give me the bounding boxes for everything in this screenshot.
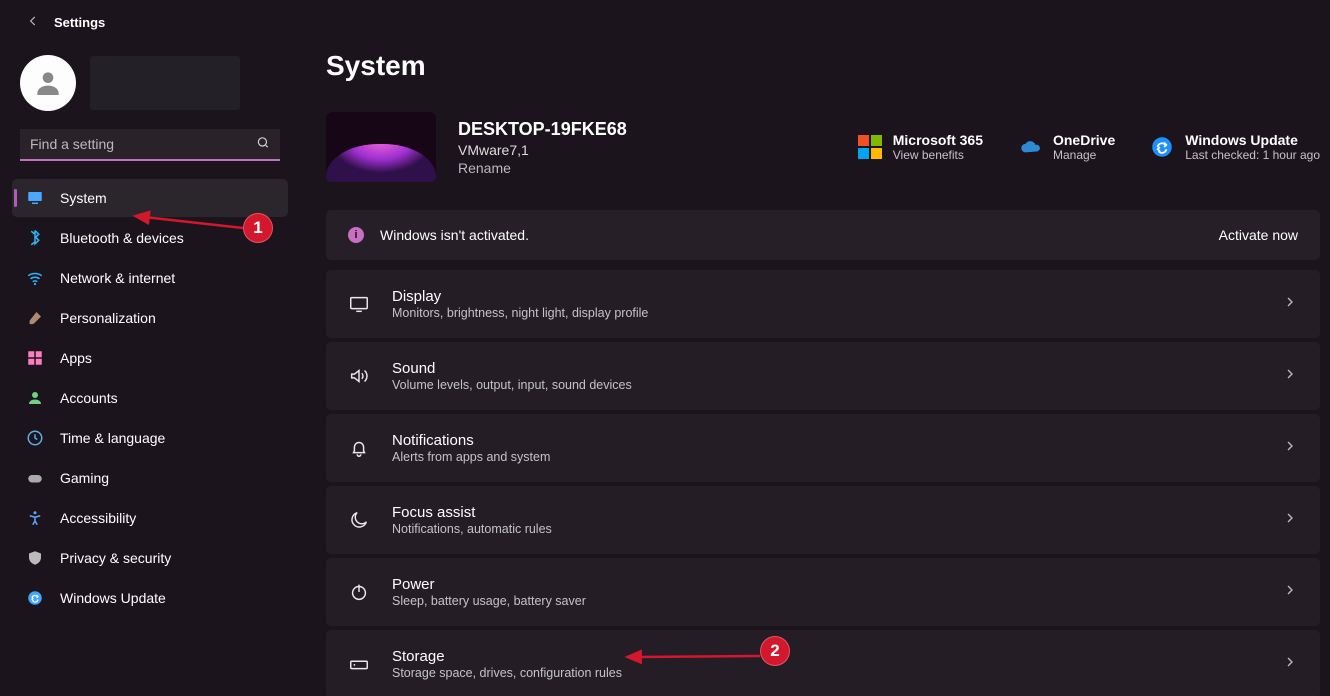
sidebar: Settings System Bluetooth & devices Netw… — [0, 0, 300, 696]
shield-icon — [26, 549, 44, 567]
monitor-icon — [26, 189, 44, 207]
pill-title: OneDrive — [1053, 132, 1115, 148]
pill-title: Microsoft 365 — [893, 132, 983, 148]
row-title: Power — [392, 576, 586, 593]
power-icon — [348, 581, 370, 603]
row-title: Sound — [392, 360, 632, 377]
sidebar-item-label: Windows Update — [60, 590, 166, 606]
brush-icon — [26, 309, 44, 327]
row-title: Notifications — [392, 432, 550, 449]
settings-list: Display Monitors, brightness, night ligh… — [326, 270, 1320, 696]
sidebar-item-label: Time & language — [60, 430, 165, 446]
sidebar-item-apps[interactable]: Apps — [12, 339, 288, 377]
row-subtitle: Monitors, brightness, night light, displ… — [392, 306, 648, 320]
settings-row-sound[interactable]: Sound Volume levels, output, input, soun… — [326, 342, 1320, 410]
chevron-right-icon — [1282, 510, 1298, 531]
settings-row-storage[interactable]: Storage Storage space, drives, configura… — [326, 630, 1320, 696]
row-subtitle: Volume levels, output, input, sound devi… — [392, 378, 632, 392]
game-icon — [26, 469, 44, 487]
sidebar-item-label: Privacy & security — [60, 550, 171, 566]
pill-title: Windows Update — [1185, 132, 1320, 148]
sidebar-item-label: Gaming — [60, 470, 109, 486]
pill-subtitle: View benefits — [893, 148, 983, 162]
header-pill-microsoft-[interactable]: Microsoft 365 View benefits — [857, 132, 983, 162]
pill-subtitle: Manage — [1053, 148, 1115, 162]
avatar — [20, 55, 76, 111]
chevron-right-icon — [1282, 654, 1298, 675]
sidebar-item-label: Apps — [60, 350, 92, 366]
display-icon — [348, 293, 370, 315]
activation-banner: i Windows isn't activated. Activate now — [326, 210, 1320, 260]
back-icon[interactable] — [26, 14, 40, 31]
info-icon: i — [348, 227, 364, 243]
row-title: Display — [392, 288, 648, 305]
wu-icon — [26, 589, 44, 607]
header-pill-onedrive[interactable]: OneDrive Manage — [1017, 132, 1115, 162]
rename-button[interactable]: Rename — [458, 160, 627, 176]
user-icon — [26, 389, 44, 407]
sidebar-item-system[interactable]: System — [12, 179, 288, 217]
device-name: DESKTOP-19FKE68 — [458, 119, 627, 140]
bt-icon — [26, 229, 44, 247]
banner-message: Windows isn't activated. — [380, 227, 529, 243]
sidebar-item-label: Network & internet — [60, 270, 175, 286]
storage-icon — [348, 653, 370, 675]
apps-icon — [26, 349, 44, 367]
page-title: System — [326, 50, 1320, 82]
sidebar-item-accessibility[interactable]: Accessibility — [12, 499, 288, 537]
chevron-right-icon — [1282, 294, 1298, 315]
sidebar-item-label: Accounts — [60, 390, 118, 406]
moon-icon — [348, 509, 370, 531]
sidebar-item-gaming[interactable]: Gaming — [12, 459, 288, 497]
wifi-icon — [26, 269, 44, 287]
activate-now-button[interactable]: Activate now — [1219, 227, 1298, 243]
header-pill-windows-update[interactable]: Windows Update Last checked: 1 hour ago — [1149, 132, 1320, 162]
settings-row-display[interactable]: Display Monitors, brightness, night ligh… — [326, 270, 1320, 338]
sidebar-nav: System Bluetooth & devices Network & int… — [0, 179, 300, 617]
sidebar-item-windows-update[interactable]: Windows Update — [12, 579, 288, 617]
sidebar-item-label: Bluetooth & devices — [60, 230, 184, 246]
chevron-right-icon — [1282, 582, 1298, 603]
pill-subtitle: Last checked: 1 hour ago — [1185, 148, 1320, 162]
chevron-right-icon — [1282, 366, 1298, 387]
sidebar-item-accounts[interactable]: Accounts — [12, 379, 288, 417]
sidebar-item-label: Personalization — [60, 310, 156, 326]
sidebar-item-label: System — [60, 190, 107, 206]
sidebar-item-privacy-security[interactable]: Privacy & security — [12, 539, 288, 577]
sidebar-item-personalization[interactable]: Personalization — [12, 299, 288, 337]
onedrive-icon — [1017, 134, 1043, 160]
row-subtitle: Storage space, drives, configuration rul… — [392, 666, 622, 680]
sidebar-item-label: Accessibility — [60, 510, 136, 526]
sidebar-item-bluetooth-devices[interactable]: Bluetooth & devices — [12, 219, 288, 257]
search-input[interactable] — [20, 129, 280, 161]
chevron-right-icon — [1282, 438, 1298, 459]
bell-icon — [348, 437, 370, 459]
settings-row-power[interactable]: Power Sleep, battery usage, battery save… — [326, 558, 1320, 626]
microsoft-logo-icon — [858, 135, 882, 159]
settings-row-notifications[interactable]: Notifications Alerts from apps and syste… — [326, 414, 1320, 482]
profile-name-redacted — [90, 56, 240, 110]
row-title: Storage — [392, 648, 622, 665]
row-subtitle: Sleep, battery usage, battery saver — [392, 594, 586, 608]
clock-icon — [26, 429, 44, 447]
sound-icon — [348, 365, 370, 387]
acc-icon — [26, 509, 44, 527]
windows-update-icon — [1149, 134, 1175, 160]
device-wallpaper-thumb[interactable] — [326, 112, 436, 182]
window-title: Settings — [54, 15, 105, 30]
sidebar-item-network-internet[interactable]: Network & internet — [12, 259, 288, 297]
main-pane: System DESKTOP-19FKE68 VMware7,1 Rename … — [300, 0, 1330, 696]
sidebar-item-time-language[interactable]: Time & language — [12, 419, 288, 457]
row-subtitle: Notifications, automatic rules — [392, 522, 552, 536]
profile-block[interactable] — [0, 45, 300, 129]
row-subtitle: Alerts from apps and system — [392, 450, 550, 464]
device-model: VMware7,1 — [458, 142, 627, 158]
row-title: Focus assist — [392, 504, 552, 521]
system-header: DESKTOP-19FKE68 VMware7,1 Rename Microso… — [326, 112, 1320, 182]
settings-row-focus-assist[interactable]: Focus assist Notifications, automatic ru… — [326, 486, 1320, 554]
